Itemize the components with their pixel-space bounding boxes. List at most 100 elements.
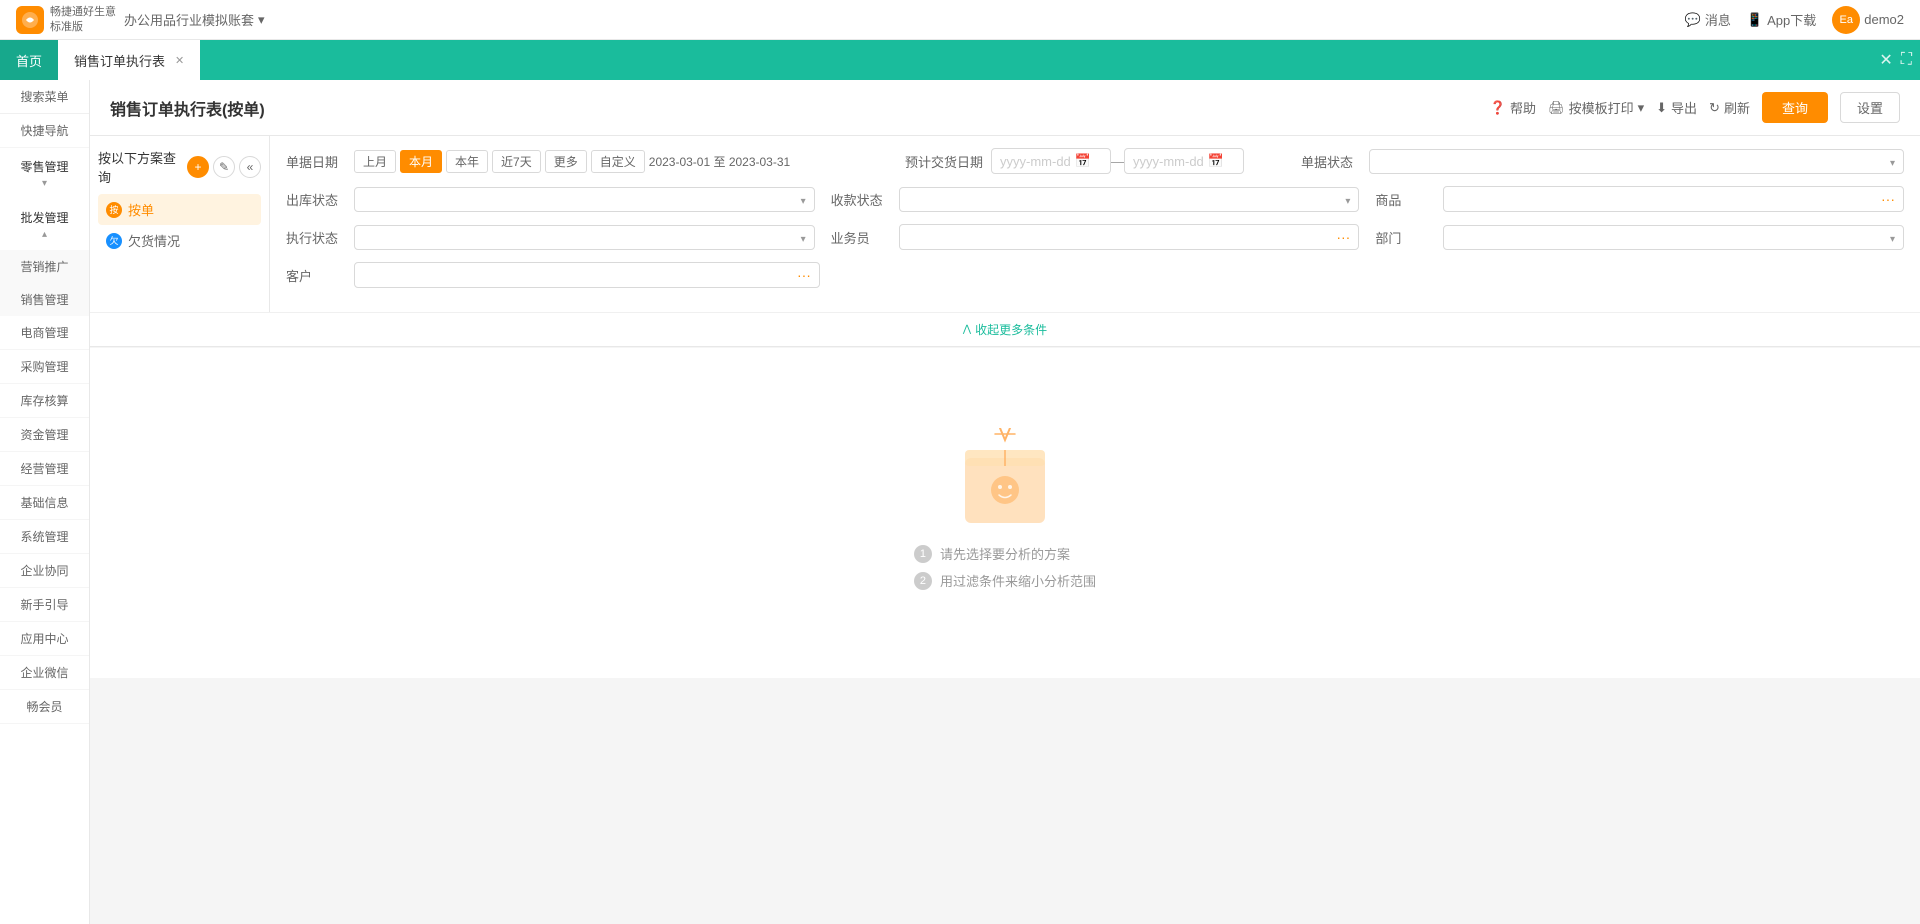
breadcrumb-text: 办公用品行业模拟账套 — [124, 10, 254, 29]
collapse-panel-button[interactable]: « — [239, 156, 261, 178]
sidebar-item-marketing[interactable]: 营销推广 — [0, 250, 89, 283]
salesperson-input[interactable]: ··· — [899, 224, 1360, 250]
out-status-label: 出库状态 — [286, 190, 346, 209]
content-area: 销售订单执行表(按单) ❓ 帮助 🖨 按模板打印 ▾ ⬇ 导出 ↻ 刷新 — [90, 80, 1920, 924]
export-button[interactable]: ⬇ 导出 — [1656, 98, 1697, 117]
edit-scheme-button[interactable]: ✎ — [213, 156, 235, 178]
filter-salesperson: 业务员 ··· — [831, 224, 1360, 250]
single-date-label: 单据日期 — [286, 152, 346, 171]
expected-date-from[interactable]: yyyy-mm-dd 📅 — [991, 148, 1111, 174]
sidebar-item-finance[interactable]: 资金管理 — [0, 418, 89, 452]
single-status-label: 单据状态 — [1301, 152, 1361, 171]
sidebar-item-retail[interactable]: 零售管理 ▾ — [0, 148, 89, 199]
tab-close-icon[interactable]: ✕ — [175, 54, 184, 67]
date-btn-this-month[interactable]: 本月 — [400, 150, 442, 173]
message-button[interactable]: 💬 消息 — [1685, 10, 1731, 29]
collect-status-label: 收款状态 — [831, 190, 891, 209]
date-btn-last-month[interactable]: 上月 — [354, 150, 396, 173]
add-scheme-button[interactable]: + — [187, 156, 209, 178]
filter-customer: 客户 ··· — [286, 262, 820, 288]
main-layout: 搜索菜单 快捷导航 零售管理 ▾ 批发管理 ▴ 营销推广 销售管理 电商管理 采… — [0, 80, 1920, 924]
sidebar-item-inventory[interactable]: 库存核算 — [0, 384, 89, 418]
calendar-from-icon: 📅 — [1075, 153, 1091, 169]
tab-sales-exec[interactable]: 销售订单执行表 ✕ — [58, 40, 200, 80]
wholesale-expand-icon: ▴ — [42, 229, 47, 240]
date-btn-more[interactable]: 更多 — [545, 150, 587, 173]
date-range-text: 2023-03-01 至 2023-03-31 — [649, 153, 790, 170]
empty-tips: 1 请先选择要分析的方案 2 用过滤条件来缩小分析范围 — [914, 544, 1096, 598]
sidebar-item-enterprise[interactable]: 企业协同 — [0, 554, 89, 588]
tip-number-1: 1 — [914, 545, 932, 563]
single-status-select[interactable] — [1369, 149, 1904, 174]
scheme-icon-by-order: 按 — [106, 202, 122, 218]
message-icon: 💬 — [1685, 12, 1701, 28]
customer-input[interactable]: ··· — [354, 262, 820, 288]
help-button[interactable]: ❓ 帮助 — [1490, 98, 1536, 117]
date-btn-this-year[interactable]: 本年 — [446, 150, 488, 173]
filter-collect-status: 收款状态 — [831, 187, 1360, 212]
out-status-select[interactable] — [354, 187, 815, 212]
filter-single-date: 单据日期 上月 本月 本年 近7天 更多 自定义 2023-03-01 至 20… — [286, 150, 889, 173]
sidebar-item-wechat[interactable]: 企业微信 — [0, 656, 89, 690]
tab-home[interactable]: 首页 — [0, 40, 58, 80]
tab-maximize-icon[interactable]: ⛶ — [1901, 51, 1912, 69]
top-header-left: 畅捷通好生意 标准版 办公用品行业模拟账套 ▾ — [16, 5, 265, 34]
goods-input[interactable]: ··· — [1443, 186, 1904, 212]
filter-goods: 商品 ··· — [1375, 186, 1904, 212]
logo-icon — [16, 6, 44, 34]
scheme-item-by-order[interactable]: 按 按单 — [98, 194, 261, 225]
department-chevron-icon — [1890, 230, 1895, 245]
app-download-button[interactable]: 📱 App下载 — [1747, 10, 1816, 29]
date-btn-custom[interactable]: 自定义 — [591, 150, 645, 173]
page-title: 销售订单执行表(按单) — [110, 96, 265, 120]
logo-area: 畅捷通好生意 标准版 — [16, 5, 116, 34]
department-select[interactable] — [1443, 225, 1904, 250]
expected-date-control: yyyy-mm-dd 📅 — yyyy-mm-dd 📅 — [991, 148, 1285, 174]
goods-more-icon[interactable]: ··· — [1881, 191, 1895, 207]
sidebar-item-sales-mgmt[interactable]: 销售管理 — [0, 283, 89, 316]
empty-state: 1 请先选择要分析的方案 2 用过滤条件来缩小分析范围 — [90, 348, 1920, 678]
query-button[interactable]: 查询 — [1762, 92, 1828, 123]
sidebar-item-basic[interactable]: 基础信息 — [0, 486, 89, 520]
page-actions: ❓ 帮助 🖨 按模板打印 ▾ ⬇ 导出 ↻ 刷新 查询 设置 — [1490, 92, 1900, 123]
collapse-bar[interactable]: ⋀ 收起更多条件 — [90, 312, 1920, 346]
sidebar-item-system[interactable]: 系统管理 — [0, 520, 89, 554]
tab-close-all-icon[interactable]: ✕ — [1879, 50, 1892, 70]
salesperson-more-icon[interactable]: ··· — [1336, 229, 1350, 245]
sidebar-item-quicknav[interactable]: 快捷导航 — [0, 114, 89, 148]
filter-right-panel: 单据日期 上月 本月 本年 近7天 更多 自定义 2023-03-01 至 20… — [270, 136, 1920, 312]
department-control — [1443, 225, 1904, 250]
sidebar-item-operation[interactable]: 经营管理 — [0, 452, 89, 486]
sidebar-item-apps[interactable]: 应用中心 — [0, 622, 89, 656]
filter-scheme-header: 按以下方案查询 + ✎ « — [98, 148, 261, 186]
filter-panel: 按以下方案查询 + ✎ « 按 按单 欠 欠货情况 — [90, 136, 1920, 347]
scheme-item-shortage[interactable]: 欠 欠货情况 — [98, 225, 261, 256]
customer-label: 客户 — [286, 266, 346, 285]
breadcrumb[interactable]: 办公用品行业模拟账套 ▾ — [124, 10, 265, 29]
avatar: Ea — [1832, 6, 1860, 34]
sidebar-item-wholesale[interactable]: 批发管理 ▴ — [0, 199, 89, 250]
sidebar-item-member[interactable]: 畅会员 — [0, 690, 89, 724]
sidebar-item-ecommerce[interactable]: 电商管理 — [0, 316, 89, 350]
empty-tip-2: 2 用过滤条件来缩小分析范围 — [914, 571, 1096, 590]
customer-control: ··· — [354, 262, 820, 288]
empty-tip-1: 1 请先选择要分析的方案 — [914, 544, 1096, 563]
goods-label: 商品 — [1375, 190, 1435, 209]
user-menu[interactable]: Ea demo2 — [1832, 6, 1904, 34]
collapse-icon: ⋀ — [963, 324, 971, 335]
template-print-button[interactable]: 🖨 按模板打印 ▾ — [1548, 98, 1644, 117]
salesperson-label: 业务员 — [831, 228, 891, 247]
date-btn-7days[interactable]: 近7天 — [492, 150, 541, 173]
expected-date-to[interactable]: yyyy-mm-dd 📅 — [1124, 148, 1244, 174]
search-menu-button[interactable]: 搜索菜单 — [6, 88, 83, 105]
collect-status-select[interactable] — [899, 187, 1360, 212]
customer-more-icon[interactable]: ··· — [797, 267, 811, 283]
filter-out-status: 出库状态 — [286, 187, 815, 212]
sidebar-item-purchase[interactable]: 采购管理 — [0, 350, 89, 384]
settings-button[interactable]: 设置 — [1840, 92, 1900, 123]
exec-status-select[interactable] — [354, 225, 815, 250]
page-header: 销售订单执行表(按单) ❓ 帮助 🖨 按模板打印 ▾ ⬇ 导出 ↻ 刷新 — [90, 80, 1920, 136]
refresh-button[interactable]: ↻ 刷新 — [1709, 98, 1750, 117]
collect-status-chevron-icon — [1345, 192, 1350, 207]
sidebar-item-newbie[interactable]: 新手引导 — [0, 588, 89, 622]
